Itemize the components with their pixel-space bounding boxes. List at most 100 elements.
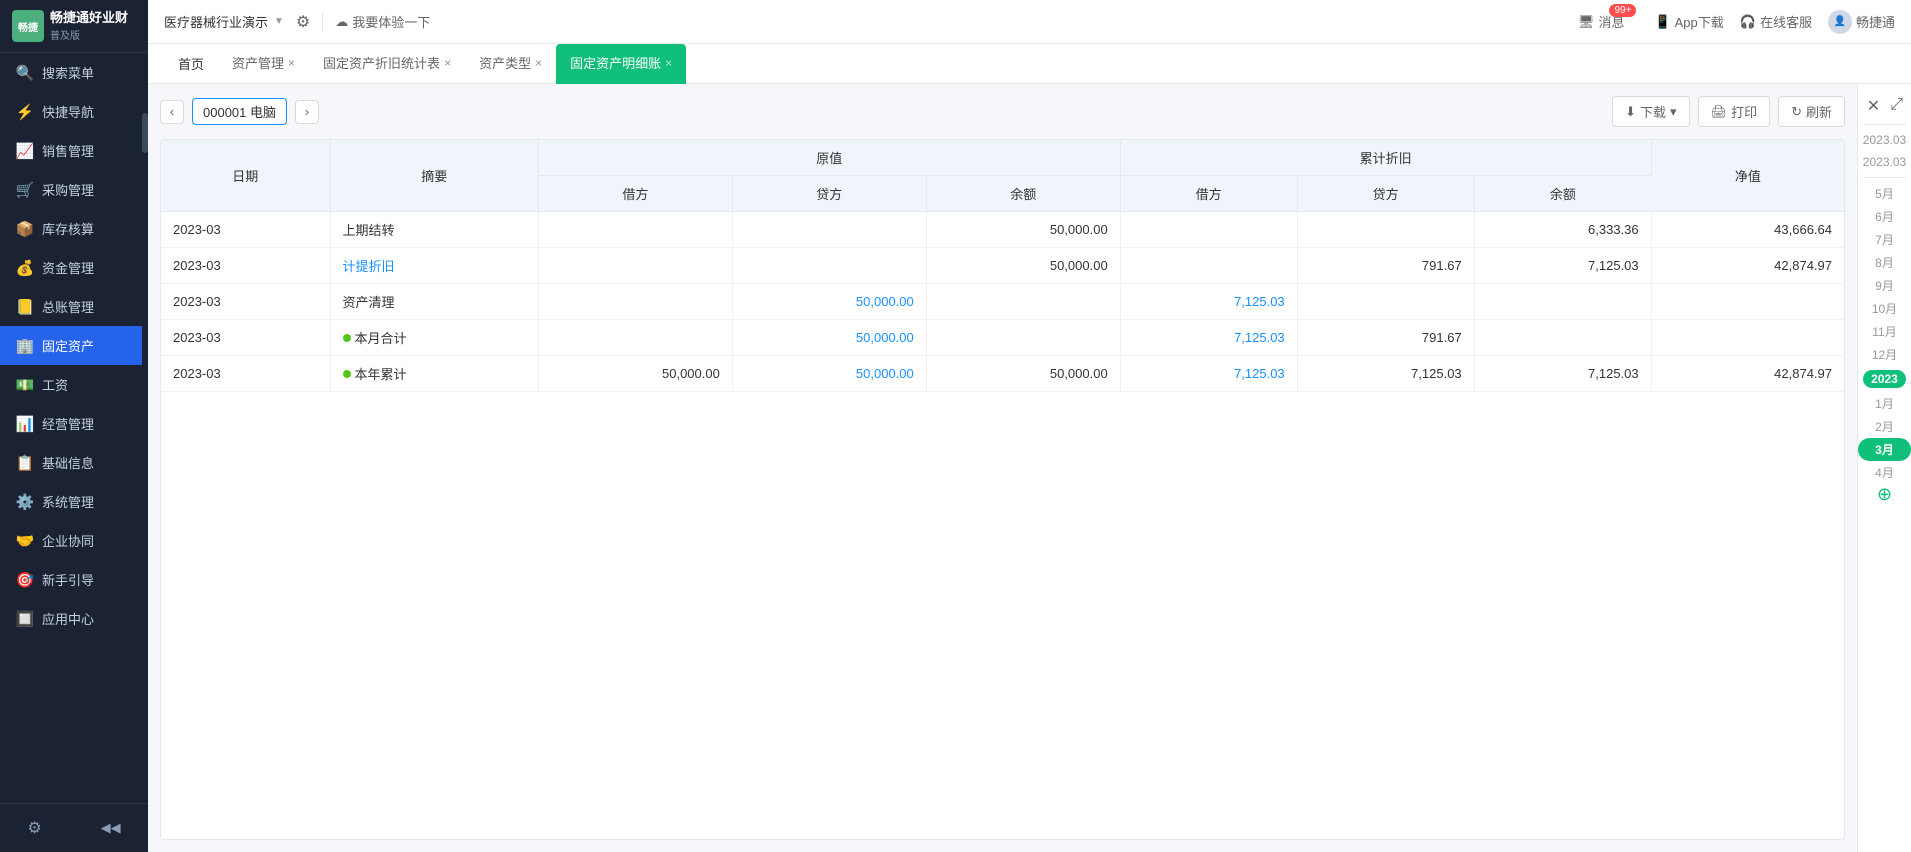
sidebar-item-purchase[interactable]: 🛒 采购管理 xyxy=(0,170,142,209)
panel-close-button[interactable]: ✕ xyxy=(1863,92,1884,120)
sidebar-item-payroll[interactable]: 💵 工资 xyxy=(0,365,142,404)
sidebar-item-label: 总账管理 xyxy=(42,297,94,316)
summary-badge: 本年累计 xyxy=(343,364,407,383)
tab-depreciation-stats[interactable]: 固定资产折旧统计表 × xyxy=(309,44,465,84)
tab-asset-type[interactable]: 资产类型 × xyxy=(465,44,556,84)
sidebar-item-operations[interactable]: 📊 经营管理 xyxy=(0,404,142,443)
rp-add-button[interactable]: ⊕ xyxy=(1877,484,1892,505)
settings-button[interactable]: ⚙ xyxy=(19,814,49,842)
enterprise-icon: 🤝 xyxy=(16,532,34,550)
print-icon: 🖨 xyxy=(1711,104,1728,120)
phone-icon: 📱 xyxy=(1654,14,1670,30)
download-button[interactable]: ⬇ 下载 ▾ xyxy=(1612,96,1689,127)
sidebar-item-label: 固定资产 xyxy=(42,336,94,355)
app-center-icon: 🔲 xyxy=(16,610,34,628)
th-date: 日期 xyxy=(161,140,330,212)
collapse-button[interactable]: ◀◀ xyxy=(93,816,129,840)
sidebar-item-app-center[interactable]: 🔲 应用中心 xyxy=(0,599,142,638)
sidebar-item-label: 系统管理 xyxy=(42,492,94,511)
rp-month-12[interactable]: 12月 xyxy=(1858,343,1911,366)
main-content: 医疗器械行业演示 ▼ ⚙ ☁ 我要体验一下 🖥 消息 99+ 📱 App下载 🎧… xyxy=(148,0,1911,852)
sidebar-item-label: 工资 xyxy=(42,375,68,394)
th-orig-credit: 贷方 xyxy=(732,176,926,212)
sidebar-item-ledger[interactable]: 📒 总账管理 xyxy=(0,287,142,326)
sidebar-item-label: 企业协同 xyxy=(42,531,94,550)
th-dep-balance: 余额 xyxy=(1474,176,1651,212)
sidebar-item-label: 搜索菜单 xyxy=(42,63,94,82)
asset-prev-button[interactable]: ‹ xyxy=(160,100,184,124)
rp-month-1[interactable]: 1月 xyxy=(1858,392,1911,415)
th-summary: 摘要 xyxy=(330,140,538,212)
rp-month-11[interactable]: 11月 xyxy=(1858,320,1911,343)
sidebar-item-label: 快捷导航 xyxy=(42,102,94,121)
rp-year-badge: 2023 xyxy=(1863,370,1906,388)
content-area: ‹ 000001 电脑 › ⬇ 下载 ▾ 🖨 打印 ↻ 刷新 xyxy=(148,84,1911,852)
inventory-icon: 📦 xyxy=(16,220,34,238)
topbar-divider xyxy=(322,12,323,32)
table-row: 2023-03本月合计50,000.007,125.03791.67 xyxy=(161,320,1844,356)
table-row: 2023-03本年累计50,000.0050,000.0050,000.007,… xyxy=(161,356,1844,392)
quick-nav-icon: ⚡ xyxy=(16,103,34,121)
rp-month-7[interactable]: 7月 xyxy=(1858,228,1911,251)
download-icon: ⬇ xyxy=(1625,104,1636,120)
sidebar-nav: 🔍 搜索菜单 ⚡ 快捷导航 📈 销售管理 🛒 采购管理 📦 库存核算 💰 xyxy=(0,53,142,803)
sidebar-item-basic-info[interactable]: 📋 基础信息 xyxy=(0,443,142,482)
sidebar-item-label: 经营管理 xyxy=(42,414,94,433)
sidebar-item-guide[interactable]: 🎯 新手引导 xyxy=(0,560,142,599)
rp-month-5[interactable]: 5月 xyxy=(1858,182,1911,205)
sidebar-logo: 畅捷 畅捷通好业财 普及版 xyxy=(0,0,148,53)
user-menu[interactable]: 👤 畅捷通 xyxy=(1828,10,1895,34)
rp-month-2[interactable]: 2月 xyxy=(1858,415,1911,438)
experience-button[interactable]: ☁ 我要体验一下 xyxy=(335,12,430,31)
cloud-icon: ☁ xyxy=(335,14,348,30)
rp-month-4[interactable]: 4月 xyxy=(1858,461,1911,484)
th-orig-balance: 余额 xyxy=(926,176,1120,212)
sidebar-item-label: 基础信息 xyxy=(42,453,94,472)
rp-month-10[interactable]: 10月 xyxy=(1858,297,1911,320)
rp-year-top2: 2023.03 xyxy=(1863,151,1906,173)
asset-nav-actions: ⬇ 下载 ▾ 🖨 打印 ↻ 刷新 xyxy=(1612,96,1845,127)
company-selector[interactable]: 医疗器械行业演示 ▼ xyxy=(164,12,284,31)
search-icon: 🔍 xyxy=(16,64,34,82)
print-button[interactable]: 🖨 打印 xyxy=(1698,96,1771,127)
tab-asset-ledger[interactable]: 固定资产明细账 × xyxy=(556,44,686,84)
th-dep-credit: 贷方 xyxy=(1297,176,1474,212)
sidebar-item-enterprise[interactable]: 🤝 企业协同 xyxy=(0,521,142,560)
refresh-icon: ↻ xyxy=(1791,104,1802,120)
sidebar-item-system[interactable]: ⚙️ 系统管理 xyxy=(0,482,142,521)
refresh-button[interactable]: ↻ 刷新 xyxy=(1778,96,1845,127)
sidebar-item-inventory[interactable]: 📦 库存核算 xyxy=(0,209,142,248)
tab-asset-mgmt[interactable]: 资产管理 × xyxy=(218,44,309,84)
tab-close-icon[interactable]: × xyxy=(665,56,672,70)
system-icon: ⚙️ xyxy=(16,493,34,511)
tab-close-icon[interactable]: × xyxy=(288,56,295,70)
sidebar-item-capital[interactable]: 💰 资金管理 xyxy=(0,248,142,287)
notice-button[interactable]: 🖥 消息 99+ xyxy=(1578,12,1625,31)
rp-month-9[interactable]: 9月 xyxy=(1858,274,1911,297)
company-name: 医疗器械行业演示 xyxy=(164,12,268,31)
green-dot-icon xyxy=(343,370,351,378)
app-download-button[interactable]: 📱 App下载 xyxy=(1654,12,1723,31)
th-accumulated-depreciation: 累计折旧 xyxy=(1120,140,1651,176)
tab-home[interactable]: 首页 xyxy=(164,44,218,84)
sidebar-item-quick-nav[interactable]: ⚡ 快捷导航 xyxy=(0,92,142,131)
topbar-settings-icon[interactable]: ⚙ xyxy=(296,12,310,32)
rp-month-8[interactable]: 8月 xyxy=(1858,251,1911,274)
tab-close-icon[interactable]: × xyxy=(535,56,542,70)
online-service-button[interactable]: 🎧 在线客服 xyxy=(1740,12,1812,31)
guide-icon: 🎯 xyxy=(16,571,34,589)
asset-next-button[interactable]: › xyxy=(295,100,319,124)
capital-icon: 💰 xyxy=(16,259,34,277)
panel-expand-button[interactable]: ⤢ xyxy=(1886,92,1907,120)
sidebar-item-label: 库存核算 xyxy=(42,219,94,238)
sidebar-item-search[interactable]: 🔍 搜索菜单 xyxy=(0,53,142,92)
rp-month-3[interactable]: 3月 xyxy=(1858,438,1911,461)
sidebar-item-fixed-assets[interactable]: 🏢 固定资产 xyxy=(0,326,142,365)
rp-month-6[interactable]: 6月 xyxy=(1858,205,1911,228)
sidebar-item-sales[interactable]: 📈 销售管理 xyxy=(0,131,142,170)
purchase-icon: 🛒 xyxy=(16,181,34,199)
th-net-value: 净值 xyxy=(1651,140,1844,212)
tab-close-icon[interactable]: × xyxy=(444,56,451,70)
table-row: 2023-03计提折旧50,000.00791.677,125.0342,874… xyxy=(161,248,1844,284)
asset-code: 000001 电脑 xyxy=(192,98,287,125)
